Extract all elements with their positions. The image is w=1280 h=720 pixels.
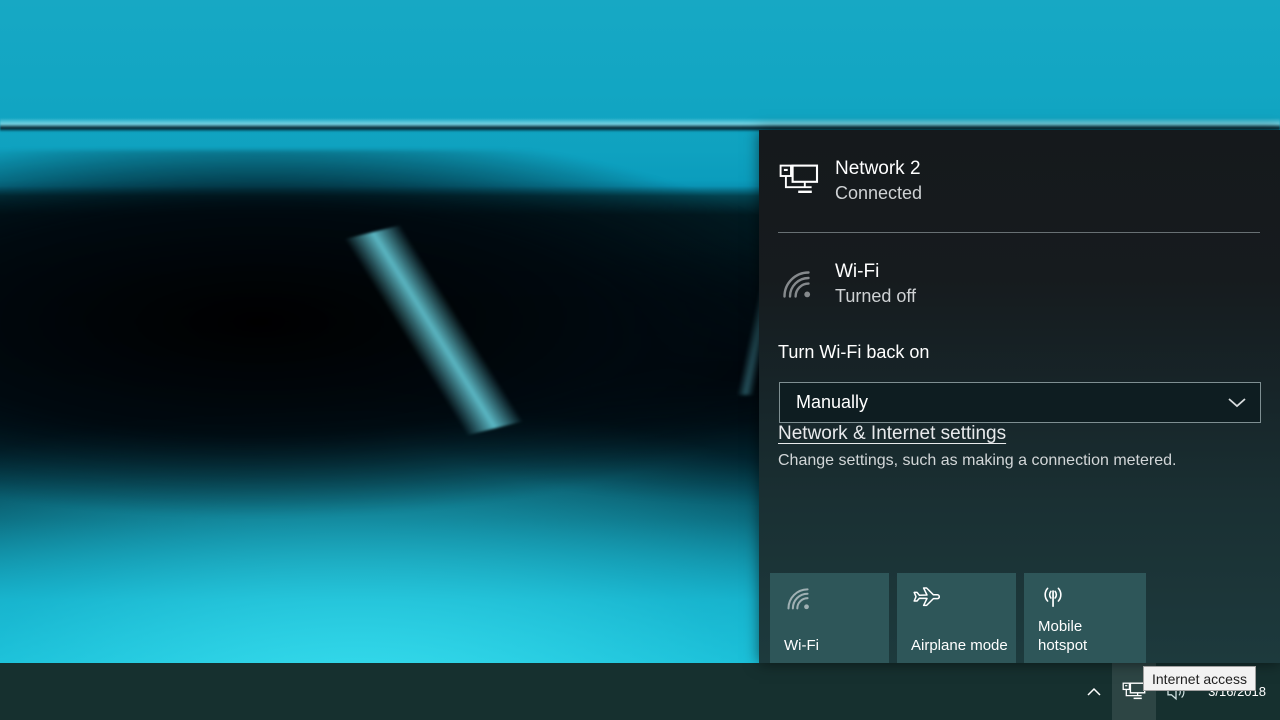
wifi-icon	[787, 588, 809, 610]
airplane-icon-wrap	[911, 585, 941, 616]
network-status: Connected	[835, 183, 923, 203]
quick-action-mobile-hotspot-label-line2: hotspot	[1038, 637, 1088, 654]
network-settings-description: Change settings, such as making a connec…	[778, 452, 1177, 469]
wifi-icon-wrap	[784, 585, 816, 617]
chevron-down-icon	[1227, 396, 1247, 409]
ethernet-icon-wrap	[779, 163, 835, 199]
network-internet-settings-link[interactable]: Network & Internet settings	[778, 422, 1006, 446]
wifi-off-icon	[783, 271, 811, 298]
wifi-connection-texts: Wi-Fi Turned off	[835, 259, 916, 309]
mobile-hotspot-icon-wrap	[1038, 585, 1068, 616]
tooltip-text: Internet access	[1152, 670, 1247, 687]
show-hidden-icons-button[interactable]	[1076, 663, 1112, 720]
wifi-off-icon-wrap	[779, 267, 835, 301]
chevron-up-icon	[1087, 687, 1101, 696]
network-connection-texts: Network 2 Connected	[835, 156, 922, 206]
quick-action-airplane-mode-label: Airplane mode	[911, 637, 1008, 654]
turn-wifi-back-on-label: Turn Wi-Fi back on	[778, 342, 930, 362]
airplane-icon	[913, 587, 941, 607]
tooltip-internet-access: Internet access	[1143, 666, 1256, 691]
quick-action-mobile-hotspot[interactable]: Mobile hotspot	[1024, 573, 1146, 663]
quick-action-mobile-hotspot-label-line1: Mobile	[1038, 618, 1083, 635]
quick-action-airplane-mode[interactable]: Airplane mode	[897, 573, 1016, 663]
mobile-hotspot-icon	[1044, 587, 1062, 607]
wifi-status: Turned off	[835, 286, 917, 306]
ethernet-icon	[779, 164, 819, 193]
wifi-connection-row[interactable]: Wi-Fi Turned off	[759, 259, 1280, 309]
network-name: Network 2	[835, 158, 921, 179]
turn-wifi-back-on-dropdown[interactable]: Manually	[779, 382, 1261, 423]
network-flyout-panel[interactable]: Network 2 Connected Wi-Fi Turned off Tur…	[759, 130, 1280, 663]
flyout-divider	[778, 232, 1260, 233]
quick-action-wifi[interactable]: Wi-Fi	[770, 573, 889, 663]
quick-action-tiles: Wi-Fi Airplane mode Mobile hotspot	[759, 573, 1280, 663]
wifi-name: Wi-Fi	[835, 261, 880, 282]
dropdown-selected-value: Manually	[796, 392, 869, 412]
network-connection-row[interactable]: Network 2 Connected	[759, 156, 1280, 206]
quick-action-mobile-hotspot-label: Mobile hotspot	[1038, 617, 1140, 655]
taskbar[interactable]: 3/16/2018	[0, 663, 1280, 720]
screen: 3/16/2018 Internet access Network 2 Conn…	[0, 0, 1280, 720]
quick-action-wifi-label: Wi-Fi	[784, 637, 819, 654]
